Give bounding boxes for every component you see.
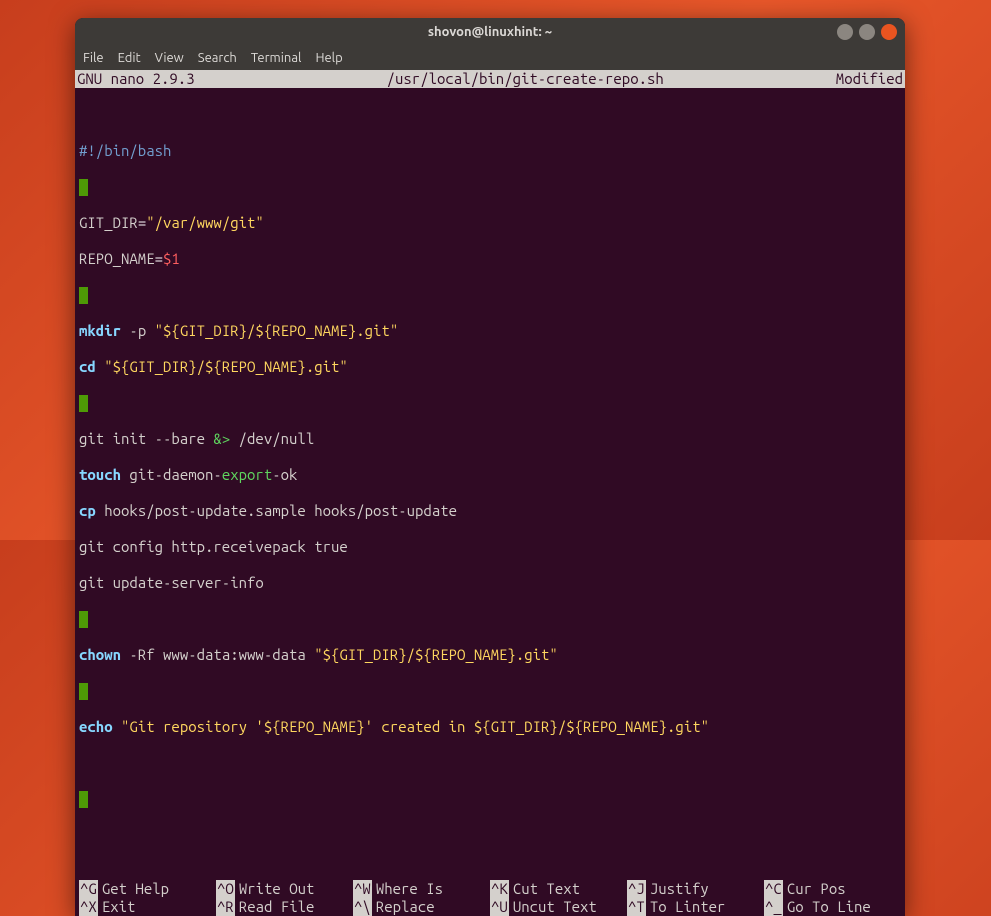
shortcut-goto[interactable]: ^_Go To Line <box>764 898 901 916</box>
menu-help[interactable]: Help <box>315 51 342 65</box>
window-title: shovon@linuxhint: ~ <box>428 25 552 39</box>
cursor-icon <box>79 791 88 808</box>
shortcut-writeout[interactable]: ^OWrite Out <box>216 880 353 898</box>
shortcut-exit[interactable]: ^XExit <box>79 898 216 916</box>
cursor-icon <box>79 287 88 304</box>
shortcut-help[interactable]: ^GGet Help <box>79 880 216 898</box>
editor-content[interactable]: #!/bin/bash GIT_DIR="/var/www/git" REPO_… <box>75 88 905 880</box>
shortcut-cut[interactable]: ^KCut Text <box>490 880 627 898</box>
titlebar[interactable]: shovon@linuxhint: ~ <box>75 18 905 46</box>
cursor-icon <box>79 611 88 628</box>
window-controls <box>837 24 897 40</box>
menu-file[interactable]: File <box>83 51 104 65</box>
minimize-icon[interactable] <box>837 24 853 40</box>
shortcut-linter[interactable]: ^TTo Linter <box>627 898 764 916</box>
close-icon[interactable] <box>881 24 897 40</box>
shortcut-uncut[interactable]: ^UUncut Text <box>490 898 627 916</box>
nano-status-bar: GNU nano 2.9.3 /usr/local/bin/git-create… <box>75 70 905 88</box>
menubar: File Edit View Search Terminal Help <box>75 46 905 70</box>
menu-terminal[interactable]: Terminal <box>251 51 302 65</box>
nano-modified: Modified <box>836 70 903 88</box>
code-shebang: #!/bin/bash <box>79 142 171 159</box>
shortcut-readfile[interactable]: ^RRead File <box>216 898 353 916</box>
cursor-icon <box>79 395 88 412</box>
maximize-icon[interactable] <box>859 24 875 40</box>
menu-edit[interactable]: Edit <box>118 51 141 65</box>
cursor-icon <box>79 683 88 700</box>
nano-shortcuts: ^GGet Help ^OWrite Out ^WWhere Is ^KCut … <box>75 880 905 916</box>
nano-filepath: /usr/local/bin/git-create-repo.sh <box>215 70 836 88</box>
shortcut-whereis[interactable]: ^WWhere Is <box>353 880 490 898</box>
terminal-window: shovon@linuxhint: ~ File Edit View Searc… <box>75 18 905 916</box>
shortcut-curpos[interactable]: ^CCur Pos <box>764 880 901 898</box>
shortcut-justify[interactable]: ^JJustify <box>627 880 764 898</box>
terminal-area[interactable]: GNU nano 2.9.3 /usr/local/bin/git-create… <box>75 70 905 916</box>
nano-version: GNU nano 2.9.3 <box>77 70 215 88</box>
cursor-icon <box>79 179 88 196</box>
shortcut-replace[interactable]: ^\Replace <box>353 898 490 916</box>
menu-view[interactable]: View <box>155 51 184 65</box>
menu-search[interactable]: Search <box>198 51 237 65</box>
